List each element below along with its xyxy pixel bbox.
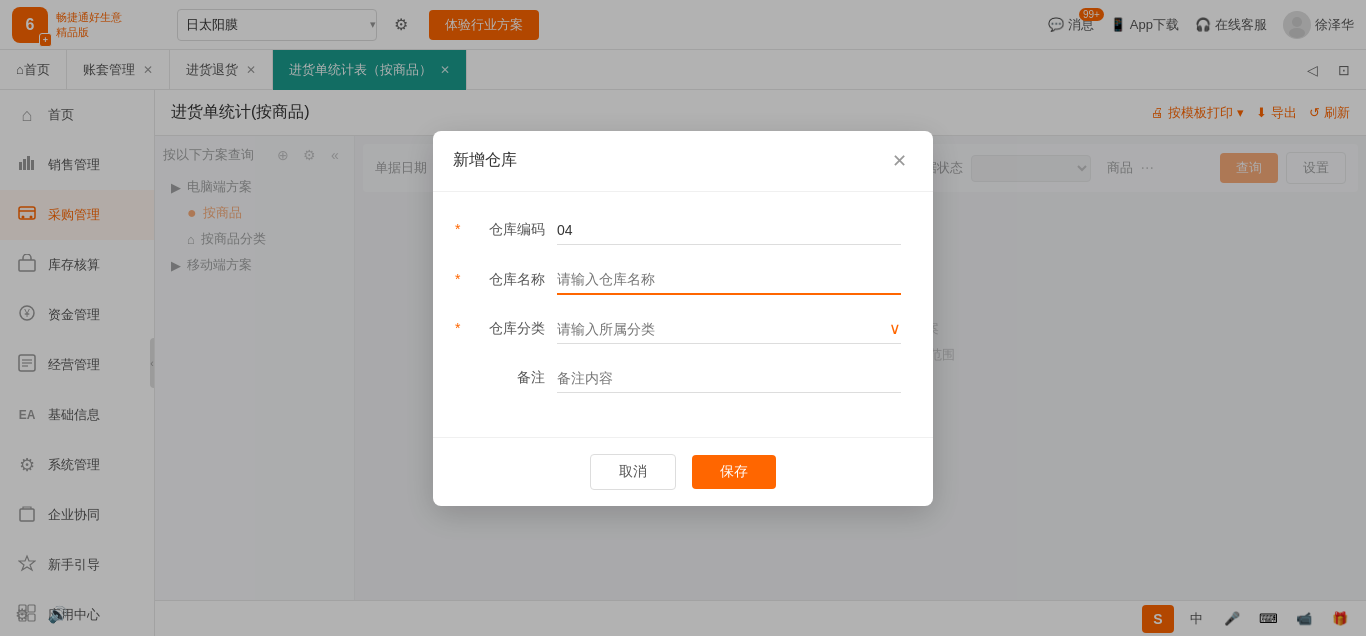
dialog-body: 仓库编码 仓库名称 仓库分类 ∨ 备注 — [433, 192, 933, 437]
dialog-close-button[interactable]: ✕ — [885, 147, 913, 175]
name-input[interactable] — [557, 265, 901, 295]
dialog-title: 新增仓库 — [453, 150, 517, 171]
save-button[interactable]: 保存 — [692, 455, 776, 489]
dialog-overlay: 新增仓库 ✕ 仓库编码 仓库名称 仓库分类 ∨ 备注 — [0, 0, 1366, 636]
cancel-button[interactable]: 取消 — [590, 454, 676, 490]
new-warehouse-dialog: 新增仓库 ✕ 仓库编码 仓库名称 仓库分类 ∨ 备注 — [433, 131, 933, 506]
category-select-wrap: ∨ — [557, 315, 901, 344]
form-row-code: 仓库编码 — [465, 216, 901, 245]
form-row-name: 仓库名称 — [465, 265, 901, 295]
code-label: 仓库编码 — [465, 221, 545, 239]
form-row-category: 仓库分类 ∨ — [465, 315, 901, 344]
code-input[interactable] — [557, 216, 901, 245]
category-label: 仓库分类 — [465, 320, 545, 338]
remark-label: 备注 — [465, 369, 545, 387]
form-row-remark: 备注 — [465, 364, 901, 393]
dialog-header: 新增仓库 ✕ — [433, 131, 933, 192]
name-label: 仓库名称 — [465, 271, 545, 289]
category-dropdown-arrow[interactable]: ∨ — [889, 319, 901, 338]
remark-input[interactable] — [557, 364, 901, 393]
dialog-footer: 取消 保存 — [433, 437, 933, 506]
category-input[interactable] — [557, 315, 889, 343]
